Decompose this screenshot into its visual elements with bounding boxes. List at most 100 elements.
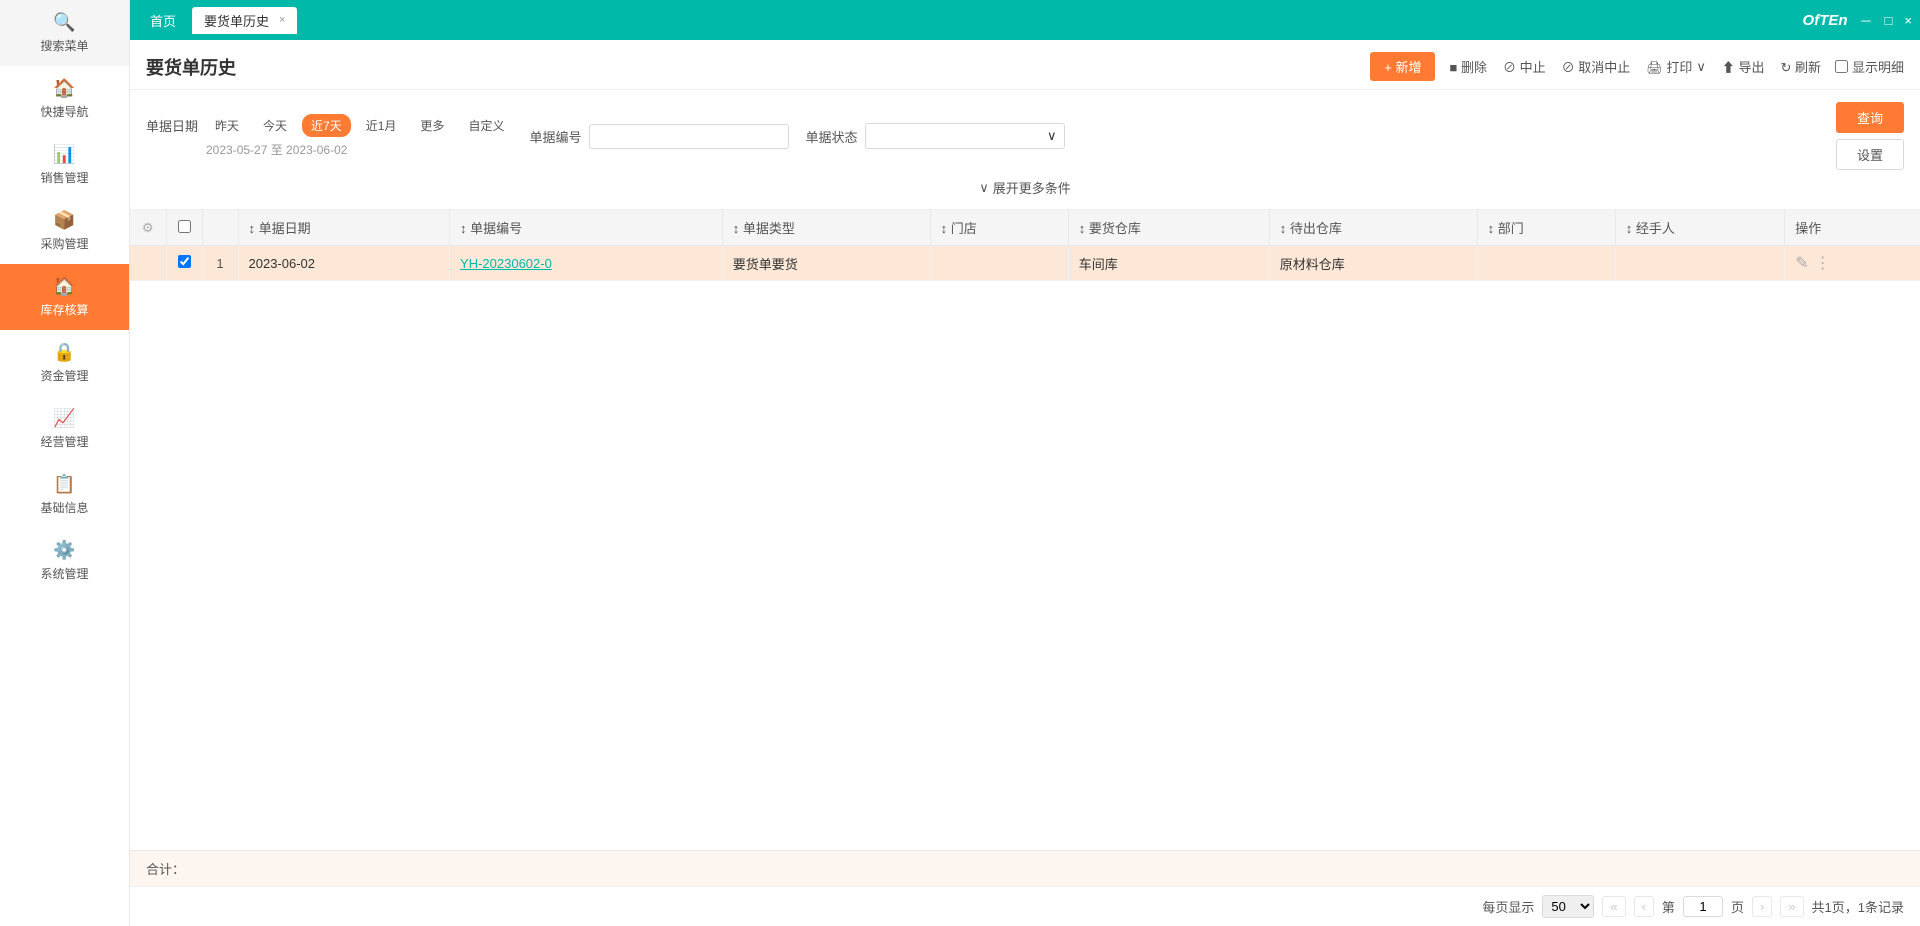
row-checkbox-col[interactable]: [166, 246, 202, 281]
sidebar-label-quick-nav: 快捷导航: [40, 103, 88, 120]
row-dest-warehouse: 原材料仓库: [1269, 246, 1477, 281]
tab-home[interactable]: 首页: [138, 7, 188, 34]
date-filter-label: 单据日期: [146, 116, 198, 135]
refresh-button[interactable]: ↻ 刷新: [1778, 53, 1823, 80]
topbar: 首页 要货单历史 × OfTEn － □ ×: [130, 0, 1920, 40]
window-minimize-icon[interactable]: －: [1860, 11, 1873, 30]
window-maximize-icon[interactable]: □: [1885, 13, 1893, 28]
filter-right-btns: 查询 设置: [1836, 102, 1904, 170]
stop-button[interactable]: ⊘ 中止: [1501, 53, 1548, 80]
status-label: 单据状态: [805, 127, 857, 146]
col-dept[interactable]: ↕ 部门: [1477, 210, 1615, 246]
sidebar-item-inventory[interactable]: 🏠 库存核算: [0, 264, 129, 330]
col-order-no[interactable]: ↕ 单据编号: [450, 210, 723, 246]
sidebar-label-basic-info: 基础信息: [40, 499, 88, 516]
col-handler[interactable]: ↕ 经手人: [1615, 210, 1785, 246]
row-more-icon[interactable]: ⋮: [1815, 253, 1831, 273]
export-button[interactable]: ⬆ 导出: [1720, 53, 1767, 80]
sidebar: 🔍 搜索菜单 🏠 快捷导航 📊 销售管理 📦 采购管理 🏠 库存核算 🔒 资金管…: [0, 0, 130, 926]
page-header: 要货单历史 + 新增 ■ 删除 ⊘ 中止 ⊘ 取消中止 🖨 打印 ∨ ⬆ 导出 …: [130, 40, 1920, 90]
tab-active[interactable]: 要货单历史 ×: [192, 7, 297, 34]
col-settings[interactable]: ⚙: [130, 210, 166, 246]
order-no-filter: 单据编号: [529, 124, 789, 149]
table-area: ⚙ ↕ 单据日期 ↕ 单据编号 ↕ 单据类型 ↕ 门店 ↕ 要货仓库 ↕ 待出仓…: [130, 210, 1920, 850]
display-detail-checkbox[interactable]: [1835, 60, 1848, 73]
total-label: 共1页，1条记录: [1812, 897, 1904, 916]
sidebar-item-basic-info[interactable]: 📋 基础信息: [0, 462, 129, 528]
sidebar-item-ops-mgmt[interactable]: 📈 经营管理: [0, 396, 129, 462]
cancel-stop-button[interactable]: ⊘ 取消中止: [1560, 53, 1633, 80]
window-close-icon[interactable]: ×: [1904, 13, 1912, 28]
order-no-input[interactable]: [589, 124, 789, 149]
page-suffix: 页: [1731, 897, 1744, 916]
per-page-select[interactable]: 50 10 20 100: [1542, 895, 1594, 918]
first-page-button[interactable]: «: [1602, 896, 1625, 917]
select-all-checkbox[interactable]: [178, 220, 191, 233]
status-select[interactable]: [874, 129, 1046, 144]
tab-home-label: 首页: [150, 11, 176, 30]
date-btn-近1月[interactable]: 近1月: [357, 114, 406, 137]
sidebar-label-ops-mgmt: 经营管理: [40, 433, 88, 450]
col-order-type[interactable]: ↕ 单据类型: [722, 210, 930, 246]
footer-summary: 合计：: [130, 850, 1920, 886]
query-button[interactable]: 查询: [1836, 102, 1904, 133]
prev-page-button[interactable]: ‹: [1634, 896, 1654, 917]
row-actions: ✎ ⋮: [1785, 246, 1920, 281]
sidebar-item-sales-mgmt[interactable]: 📊 销售管理: [0, 132, 129, 198]
page-input[interactable]: [1683, 896, 1723, 917]
row-settings-col: [130, 246, 166, 281]
col-req-warehouse[interactable]: ↕ 要货仓库: [1068, 210, 1269, 246]
setting-button[interactable]: 设置: [1836, 139, 1904, 170]
row-order-no[interactable]: YH-20230602-0: [450, 246, 723, 281]
date-btn-自定义[interactable]: 自定义: [459, 114, 513, 137]
row-dept: [1477, 246, 1615, 281]
sidebar-label-system-mgmt: 系统管理: [40, 565, 88, 582]
data-table: ⚙ ↕ 单据日期 ↕ 单据编号 ↕ 单据类型 ↕ 门店 ↕ 要货仓库 ↕ 待出仓…: [130, 210, 1920, 281]
sidebar-item-search-menu[interactable]: 🔍 搜索菜单: [0, 0, 129, 66]
status-select-wrapper[interactable]: ∨: [865, 123, 1065, 149]
expand-filter-button[interactable]: ∨ 展开更多条件: [979, 178, 1071, 197]
col-store[interactable]: ↕ 门店: [930, 210, 1068, 246]
delete-button[interactable]: ■ 删除: [1447, 53, 1488, 80]
filter-row-1: 单据日期 昨天今天近7天近1月更多自定义 2023-05-27 至 2023-0…: [146, 102, 1904, 170]
col-checkbox[interactable]: [166, 210, 202, 246]
sidebar-item-quick-nav[interactable]: 🏠 快捷导航: [0, 66, 129, 132]
row-order-type: 要货单要货: [722, 246, 930, 281]
date-btn-今天[interactable]: 今天: [254, 114, 296, 137]
tab-close-icon[interactable]: ×: [279, 14, 285, 26]
col-date[interactable]: ↕ 单据日期: [238, 210, 450, 246]
row-edit-icon[interactable]: ✎: [1795, 253, 1808, 273]
sidebar-item-finance-mgmt[interactable]: 🔒 资金管理: [0, 330, 129, 396]
basic-info-icon: 📋: [53, 474, 75, 495]
date-filter-group: 单据日期 昨天今天近7天近1月更多自定义 2023-05-27 至 2023-0…: [146, 114, 513, 158]
sidebar-item-purchase-mgmt[interactable]: 📦 采购管理: [0, 198, 129, 264]
brand-label: OfTEn: [1803, 12, 1848, 29]
col-actions: 操作: [1785, 210, 1920, 246]
last-page-button[interactable]: »: [1780, 896, 1803, 917]
inventory-icon: 🏠: [53, 276, 75, 297]
print-button[interactable]: 🖨 打印 ∨: [1644, 53, 1708, 80]
display-detail-label: 显示明细: [1852, 57, 1904, 76]
table-header: ⚙ ↕ 单据日期 ↕ 单据编号 ↕ 单据类型 ↕ 门店 ↕ 要货仓库 ↕ 待出仓…: [130, 210, 1920, 246]
col-num: [202, 210, 238, 246]
display-detail-toggle[interactable]: 显示明细: [1835, 57, 1904, 76]
date-btn-近7天[interactable]: 近7天: [302, 114, 351, 137]
table-row[interactable]: 1 2023-06-02 YH-20230602-0 要货单要货 车间库 原材料…: [130, 246, 1920, 281]
expand-icon: ∨: [979, 180, 989, 196]
sidebar-item-system-mgmt[interactable]: ⚙️ 系统管理: [0, 528, 129, 594]
sidebar-label-finance-mgmt: 资金管理: [40, 367, 88, 384]
col-dest-warehouse[interactable]: ↕ 待出仓库: [1269, 210, 1477, 246]
main-area: 首页 要货单历史 × OfTEn － □ × 要货单历史 + 新增 ■ 删除 ⊘…: [130, 0, 1920, 926]
date-btn-昨天[interactable]: 昨天: [206, 114, 248, 137]
sidebar-label-search-menu: 搜索菜单: [40, 37, 88, 54]
add-button[interactable]: + 新增: [1370, 52, 1435, 81]
ops-mgmt-icon: 📈: [53, 408, 75, 429]
row-handler: [1615, 246, 1785, 281]
print-arrow: ∨: [1696, 59, 1706, 75]
status-filter: 单据状态 ∨: [805, 123, 1065, 149]
date-btn-更多[interactable]: 更多: [411, 114, 453, 137]
expand-label: 展开更多条件: [993, 178, 1071, 197]
row-checkbox[interactable]: [178, 255, 191, 268]
next-page-button[interactable]: ›: [1752, 896, 1772, 917]
page-title: 要货单历史: [146, 54, 1370, 80]
